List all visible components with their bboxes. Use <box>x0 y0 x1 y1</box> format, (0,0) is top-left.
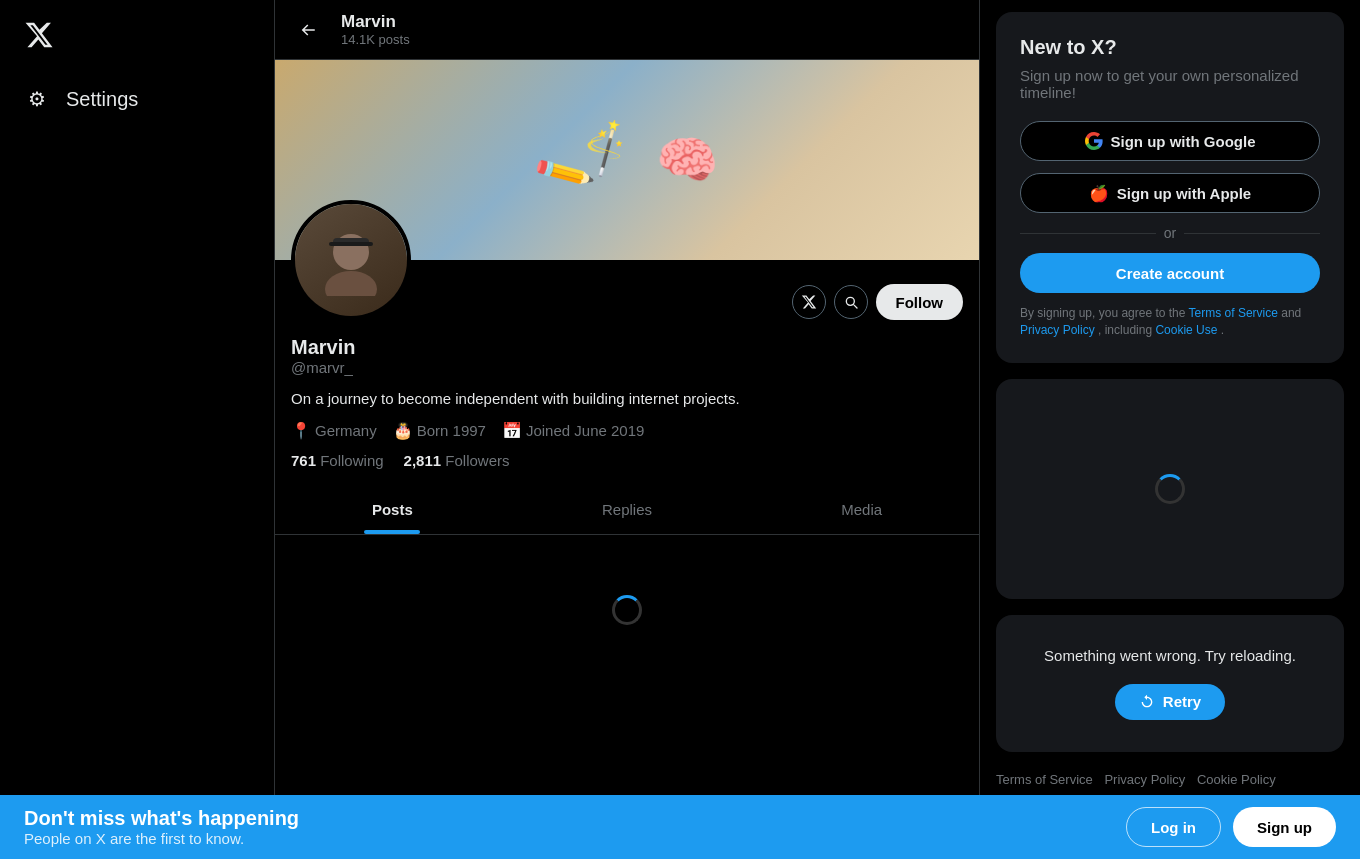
following-label: Following <box>320 452 383 469</box>
retry-label: Retry <box>1163 693 1201 710</box>
born-text: Born 1997 <box>417 422 486 439</box>
profile-header-info: Marvin 14.1K posts <box>341 12 410 47</box>
error-card: Something went wrong. Try reloading. Ret… <box>996 615 1344 752</box>
retry-button[interactable]: Retry <box>1115 684 1225 720</box>
create-account-button[interactable]: Create account <box>1020 253 1320 293</box>
left-sidebar: ⚙ Settings <box>0 0 275 859</box>
svg-point-1 <box>325 271 377 296</box>
svg-rect-3 <box>329 242 373 246</box>
sidebar-item-settings[interactable]: ⚙ Settings <box>12 74 262 124</box>
profile-actions: Follow <box>792 284 964 320</box>
born-meta: 🎂 Born 1997 <box>393 421 486 440</box>
tab-media[interactable]: Media <box>744 485 979 534</box>
right-loading-spinner <box>1155 474 1185 504</box>
error-message: Something went wrong. Try reloading. <box>1020 647 1320 664</box>
footer-privacy-link[interactable]: Privacy Policy <box>1104 772 1185 787</box>
new-to-x-card: New to X? Sign up now to get your own pe… <box>996 12 1344 363</box>
bottom-banner-subtitle: People on X are the first to know. <box>24 830 299 847</box>
joined-meta: 📅 Joined June 2019 <box>502 421 644 440</box>
x-logo[interactable] <box>12 8 262 66</box>
cake-icon: 🎂 <box>393 421 413 440</box>
search-button[interactable] <box>834 285 868 319</box>
footer-cookie-link[interactable]: Cookie Policy <box>1197 772 1276 787</box>
google-signup-button[interactable]: Sign up with Google <box>1020 121 1320 161</box>
tab-posts[interactable]: Posts <box>275 485 510 534</box>
gear-icon: ⚙ <box>24 86 50 112</box>
pencil-emoji: ✏️🪄 <box>531 115 641 206</box>
bottom-banner-text: Don't miss what's happening People on X … <box>24 807 299 847</box>
settings-label: Settings <box>66 88 138 111</box>
header-name: Marvin <box>341 12 410 32</box>
followers-count: 2,811 <box>404 452 442 469</box>
bottom-banner-actions: Log in Sign up <box>1126 807 1336 847</box>
back-icon <box>299 21 317 39</box>
back-button[interactable] <box>291 13 325 47</box>
x-logo-icon <box>24 20 54 50</box>
profile-handle: @marvr_ <box>291 359 963 376</box>
profile-bio: On a journey to become independent with … <box>291 388 963 409</box>
location-icon: 📍 <box>291 421 311 440</box>
apple-icon: 🍎 <box>1089 184 1109 203</box>
google-signup-label: Sign up with Google <box>1111 133 1256 150</box>
login-button[interactable]: Log in <box>1126 807 1221 847</box>
location-meta: 📍 Germany <box>291 421 377 440</box>
location-text: Germany <box>315 422 377 439</box>
google-icon <box>1085 132 1103 150</box>
followers-label: Followers <box>445 452 509 469</box>
profile-meta: 📍 Germany 🎂 Born 1997 📅 Joined June 2019 <box>291 421 963 440</box>
profile-header: Marvin 14.1K posts <box>275 0 979 60</box>
main-content: Marvin 14.1K posts ✏️🪄 🧠 <box>275 0 980 859</box>
profile-info: Marvin @marvr_ On a journey to become in… <box>275 336 979 485</box>
right-sidebar-loading <box>996 379 1344 599</box>
new-to-x-subtitle: Sign up now to get your own personalized… <box>1020 67 1320 101</box>
create-account-label: Create account <box>1116 265 1224 282</box>
search-icon <box>843 294 859 310</box>
retry-icon <box>1139 694 1155 710</box>
privacy-policy-link[interactable]: Privacy Policy <box>1020 323 1095 337</box>
follow-button[interactable]: Follow <box>876 284 964 320</box>
xpro-button[interactable] <box>792 285 826 319</box>
profile-tabs: Posts Replies Media <box>275 485 979 535</box>
header-posts-count: 14.1K posts <box>341 32 410 47</box>
avatar <box>291 200 411 320</box>
tab-replies[interactable]: Replies <box>510 485 745 534</box>
apple-signup-label: Sign up with Apple <box>1117 185 1251 202</box>
bottom-banner: Don't miss what's happening People on X … <box>0 795 1360 859</box>
bottom-banner-title: Don't miss what's happening <box>24 807 299 830</box>
avatar-image <box>315 224 387 296</box>
cookie-use-link[interactable]: Cookie Use <box>1155 323 1217 337</box>
footer-terms-link[interactable]: Terms of Service <box>996 772 1093 787</box>
avatar-wrapper <box>291 200 411 320</box>
xpro-icon <box>801 294 817 310</box>
following-count: 761 <box>291 452 316 469</box>
joined-text: Joined June 2019 <box>526 422 644 439</box>
banner-content: ✏️🪄 🧠 <box>536 131 718 189</box>
terms-of-service-link[interactable]: Terms of Service <box>1189 306 1278 320</box>
profile-name: Marvin <box>291 336 963 359</box>
following-stat[interactable]: 761 Following <box>291 452 384 469</box>
profile-stats: 761 Following 2,811 Followers <box>291 452 963 469</box>
posts-loading <box>275 535 979 685</box>
calendar-icon: 📅 <box>502 421 522 440</box>
avatar-section: Follow <box>275 260 979 336</box>
right-sidebar: New to X? Sign up now to get your own pe… <box>980 0 1360 859</box>
followers-stat[interactable]: 2,811 Followers <box>404 452 510 469</box>
brain-emoji: 🧠 <box>656 131 718 189</box>
signup-button[interactable]: Sign up <box>1233 807 1336 847</box>
new-to-x-title: New to X? <box>1020 36 1320 59</box>
terms-text: By signing up, you agree to the Terms of… <box>1020 305 1320 339</box>
apple-signup-button[interactable]: 🍎 Sign up with Apple <box>1020 173 1320 213</box>
loading-spinner <box>612 595 642 625</box>
